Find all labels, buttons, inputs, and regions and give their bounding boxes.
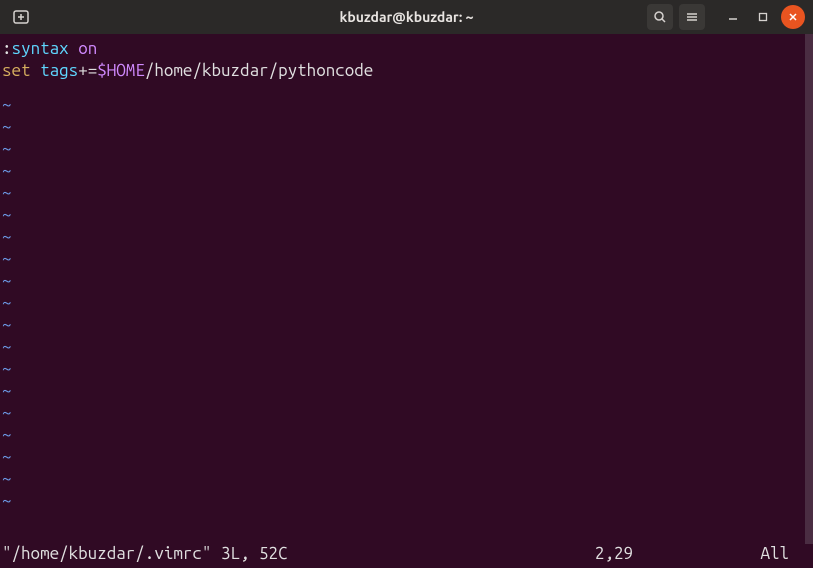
tilde-line: ~ xyxy=(2,468,813,490)
path-text: /home/kbuzdar/pythoncode xyxy=(145,61,373,80)
tilde-line: ~ xyxy=(2,116,813,138)
hamburger-icon xyxy=(685,10,699,24)
keyword-set: set xyxy=(2,61,31,80)
tilde-line: ~ xyxy=(2,248,813,270)
titlebar-left xyxy=(8,6,36,28)
operator: += xyxy=(78,61,97,80)
new-tab-icon xyxy=(13,9,31,25)
menu-button[interactable] xyxy=(679,4,705,30)
status-bar: "/home/kbuzdar/.vimrc" 3L, 52C 2,29 All xyxy=(0,544,813,568)
tilde-line: ~ xyxy=(2,490,813,512)
tilde-line: ~ xyxy=(2,380,813,402)
code-line-1: :syntax on xyxy=(2,38,813,60)
tilde-line: ~ xyxy=(2,358,813,380)
tilde-line: ~ xyxy=(2,446,813,468)
tilde-line: ~ xyxy=(2,314,813,336)
tilde-line: ~ xyxy=(2,424,813,446)
close-button[interactable] xyxy=(781,5,805,29)
status-view-percent: All xyxy=(760,543,809,565)
tilde-line: ~ xyxy=(2,292,813,314)
keyword-tags: tags xyxy=(40,61,78,80)
search-icon xyxy=(653,10,667,24)
scrollbar[interactable] xyxy=(805,34,813,544)
tilde-line: ~ xyxy=(2,160,813,182)
maximize-icon xyxy=(758,12,768,22)
tilde-line: ~ xyxy=(2,336,813,358)
minimize-icon xyxy=(728,12,738,22)
tilde-line: ~ xyxy=(2,402,813,424)
env-var: $HOME xyxy=(97,61,145,80)
colon: : xyxy=(2,39,12,58)
status-cursor-position: 2,29 xyxy=(595,543,633,565)
tilde-line: ~ xyxy=(2,204,813,226)
status-file-info: "/home/kbuzdar/.vimrc" 3L, 52C xyxy=(2,543,288,565)
code-line-2: set tags+=$HOME/home/kbuzdar/pythoncode xyxy=(2,60,813,82)
tilde-line: ~ xyxy=(2,182,813,204)
empty-lines: ~ ~ ~ ~ ~ ~ ~ ~ ~ ~ ~ ~ ~ ~ ~ ~ ~ ~ ~ xyxy=(2,94,813,512)
minimize-button[interactable] xyxy=(721,5,745,29)
tilde-line: ~ xyxy=(2,270,813,292)
tilde-line: ~ xyxy=(2,138,813,160)
tilde-line: ~ xyxy=(2,94,813,116)
titlebar-right xyxy=(647,4,805,30)
new-tab-button[interactable] xyxy=(8,6,36,28)
window-title: kbuzdar@kbuzdar: ~ xyxy=(339,9,473,25)
titlebar: kbuzdar@kbuzdar: ~ xyxy=(0,0,813,34)
keyword-syntax: syntax xyxy=(12,39,69,58)
search-button[interactable] xyxy=(647,4,673,30)
maximize-button[interactable] xyxy=(751,5,775,29)
keyword-on: on xyxy=(78,39,97,58)
tilde-line: ~ xyxy=(2,226,813,248)
editor-area[interactable]: :syntax on set tags+=$HOME/home/kbuzdar/… xyxy=(0,34,813,568)
close-icon xyxy=(788,12,798,22)
